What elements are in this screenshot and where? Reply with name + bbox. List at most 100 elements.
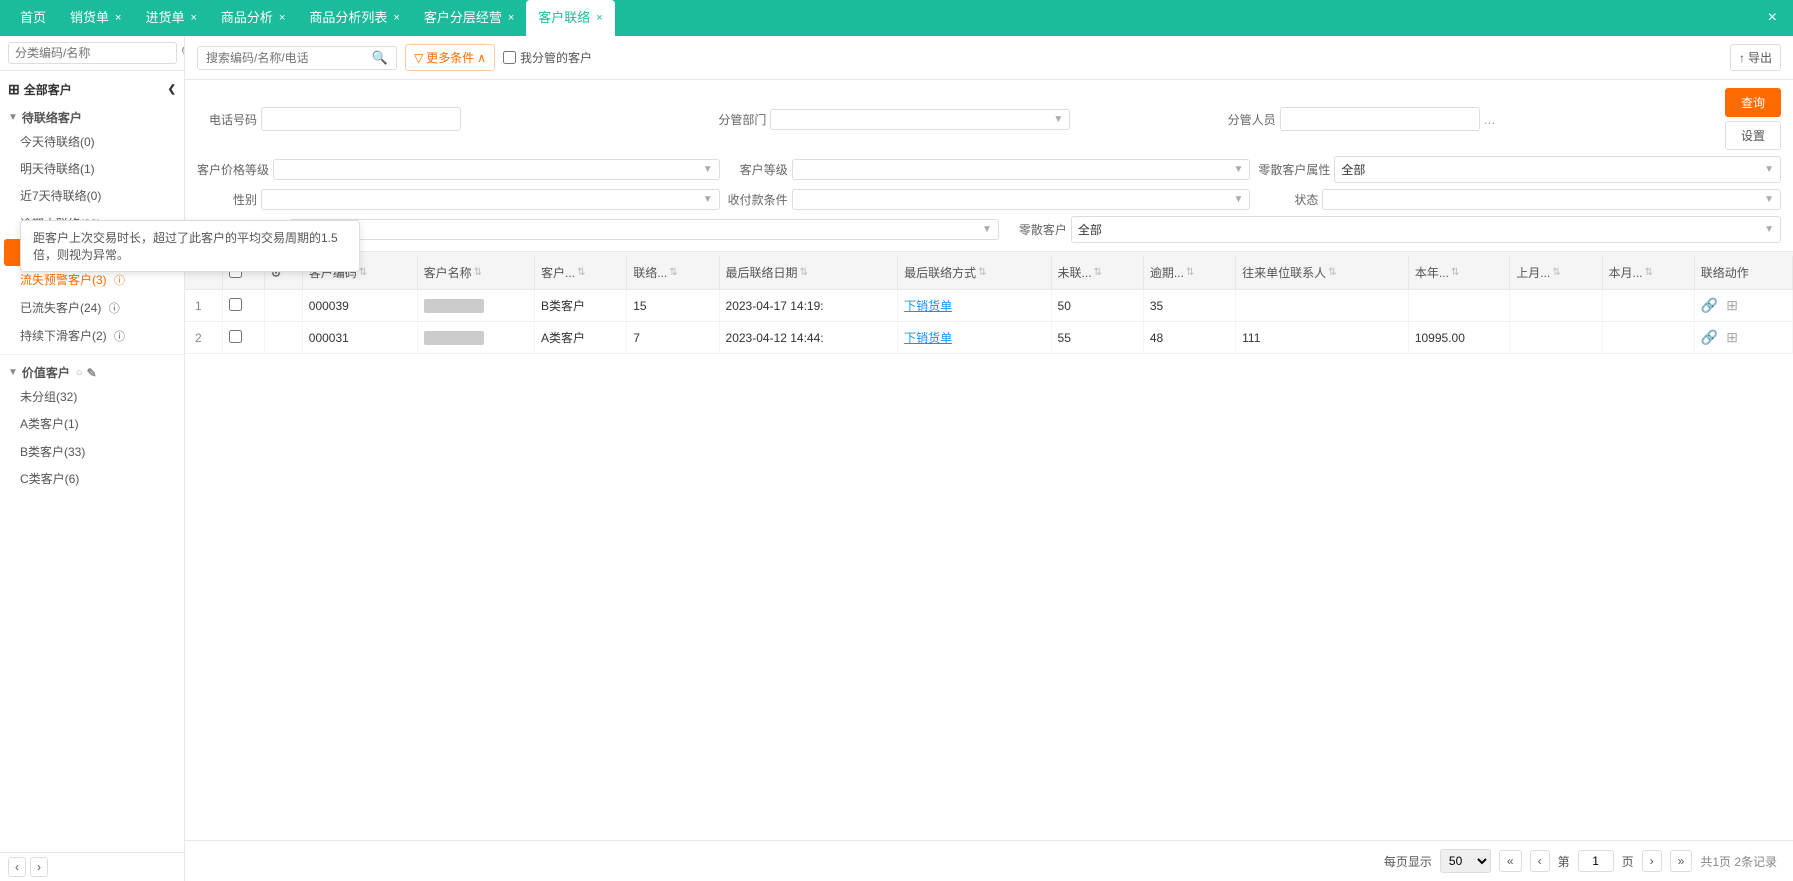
pagination: 每页显示 50 10 20 100 « ‹ 第 页 › » 共1页 2条记录 xyxy=(185,840,1793,881)
dept-dropdown-icon: ▼ xyxy=(1053,114,1063,125)
status-select[interactable]: ▼ xyxy=(1322,189,1781,210)
search-input[interactable] xyxy=(206,51,368,65)
row-checkbox-2[interactable] xyxy=(229,330,242,343)
search-box: 🔍 xyxy=(197,46,397,70)
more-filter-button[interactable]: ▽ 更多条件 ∧ xyxy=(405,44,495,71)
row-checkbox-1[interactable] xyxy=(229,298,242,311)
lost-info-icon[interactable]: ⓘ xyxy=(109,303,120,315)
collapse-arrow-icon: ❮ xyxy=(168,84,176,95)
sort-name-icon[interactable]: ⇅ xyxy=(474,267,482,278)
td-last-month xyxy=(1510,322,1602,354)
nav-customer-segmentation[interactable]: 客户分层经营 × xyxy=(412,0,526,36)
sort-overdue-icon[interactable]: ⇅ xyxy=(1186,267,1194,278)
per-page-select[interactable]: 50 10 20 100 xyxy=(1440,849,1491,873)
dept-select[interactable]: ▼ xyxy=(770,109,1070,130)
window-close-button[interactable]: × xyxy=(1760,9,1785,27)
declining-info-icon[interactable]: ⓘ xyxy=(114,331,125,343)
nav-product-analysis-list[interactable]: 商品分析列表 × xyxy=(297,0,411,36)
nav-home[interactable]: 首页 xyxy=(8,0,58,36)
close-sales-order-icon[interactable]: × xyxy=(115,0,121,36)
sort-uncontacted-icon[interactable]: ⇅ xyxy=(1094,267,1102,278)
sort-year-icon[interactable]: ⇅ xyxy=(1451,267,1459,278)
value-group-title[interactable]: ▼ 价值客户 ○ ✎ xyxy=(0,359,184,384)
settings-button[interactable]: 设置 xyxy=(1725,121,1781,150)
search-icon[interactable]: 🔍 xyxy=(372,50,388,66)
sidebar-next-icon[interactable]: › xyxy=(30,857,48,877)
nav-product-analysis[interactable]: 商品分析 × xyxy=(209,0,297,36)
sidebar-search-input[interactable] xyxy=(8,42,177,64)
page-number-input[interactable] xyxy=(1578,850,1614,872)
sidebar-item-tomorrow-pending[interactable]: 明天待联络(1) xyxy=(0,156,184,183)
grid-action-icon-2[interactable]: ⊞ xyxy=(1726,329,1738,346)
td-code: 000039 xyxy=(302,290,417,322)
export-button[interactable]: ↑ 导出 xyxy=(1730,44,1781,71)
lost-preview-info-icon[interactable]: ⓘ xyxy=(114,275,125,287)
sort-type-icon[interactable]: ⇅ xyxy=(577,267,585,278)
method-link-2[interactable]: 下销货单 xyxy=(904,331,952,345)
all-customers-header[interactable]: ⊞ 全部客户 ❮ xyxy=(0,75,184,104)
filter-customer-level: 客户等级 ▼ xyxy=(728,159,1251,180)
retail-attr-select[interactable]: 全部 ▼ xyxy=(1334,156,1781,183)
customer-type-select[interactable]: ▼ xyxy=(289,219,999,240)
sidebar-item-lost[interactable]: 已流失客户(24) ⓘ xyxy=(0,295,184,323)
close-product-analysis-icon[interactable]: × xyxy=(279,0,285,36)
link-action-icon-2[interactable]: 🔗 xyxy=(1701,329,1718,346)
person-more-icon[interactable]: ... xyxy=(1480,111,1500,127)
th-last-contact-method: 最后联络方式 ⇅ xyxy=(898,256,1051,290)
main-layout: 🔍 ⊞ 全部客户 ❮ ▼ 待联络客户 今天待联络(0) 明天待联络(1) 近7天… xyxy=(0,36,1793,881)
sidebar-prev-icon[interactable]: ‹ xyxy=(8,857,26,877)
td-actions: 🔗 ⊞ xyxy=(1694,322,1792,354)
filter-gender: 性别 ▼ xyxy=(197,189,720,210)
customer-level-select[interactable]: ▼ xyxy=(792,159,1251,180)
gender-dropdown-icon: ▼ xyxy=(703,194,713,205)
my-customers-checkbox[interactable] xyxy=(503,51,516,64)
nav-sales-order[interactable]: 销货单 × xyxy=(58,0,133,36)
first-page-button[interactable]: « xyxy=(1499,850,1522,872)
nav-purchase-order[interactable]: 进货单 × xyxy=(133,0,208,36)
value-edit-icon[interactable]: ✎ xyxy=(87,366,97,380)
close-customer-contact-icon[interactable]: × xyxy=(596,0,602,36)
retail-customer-select[interactable]: 全部 ▼ xyxy=(1071,216,1781,243)
price-level-select[interactable]: ▼ xyxy=(273,159,720,180)
sidebar-item-class-a[interactable]: A类客户(1) xyxy=(0,411,184,438)
sidebar-item-class-c[interactable]: C类客户(6) xyxy=(0,466,184,493)
close-product-analysis-list-icon[interactable]: × xyxy=(393,0,399,36)
sidebar-content: ⊞ 全部客户 ❮ ▼ 待联络客户 今天待联络(0) 明天待联络(1) 近7天待联… xyxy=(0,71,184,852)
sidebar-item-class-b[interactable]: B类客户(33) xyxy=(0,439,184,466)
filter-row-3: 性别 ▼ 收付款条件 ▼ 状态 xyxy=(197,189,1781,210)
method-link-1[interactable]: 下销货单 xyxy=(904,299,952,313)
sort-last-month-icon[interactable]: ⇅ xyxy=(1552,267,1560,278)
customer-name-blurred-2 xyxy=(424,331,484,345)
sort-this-month-icon[interactable]: ⇅ xyxy=(1645,267,1653,278)
close-purchase-order-icon[interactable]: × xyxy=(190,0,196,36)
person-input[interactable] xyxy=(1280,107,1480,131)
retail-customer-dropdown-icon: ▼ xyxy=(1764,224,1774,235)
sort-contact-icon[interactable]: ⇅ xyxy=(669,267,677,278)
query-button[interactable]: 查询 xyxy=(1725,88,1781,117)
payment-dropdown-icon: ▼ xyxy=(1233,194,1243,205)
phone-input[interactable] xyxy=(261,107,461,131)
next-page-button[interactable]: › xyxy=(1642,850,1662,872)
sidebar-item-7days-pending[interactable]: 近7天待联络(0) xyxy=(0,183,184,210)
sort-code-icon[interactable]: ⇅ xyxy=(359,267,367,278)
link-action-icon-1[interactable]: 🔗 xyxy=(1701,297,1718,314)
nav-customer-contact[interactable]: 客户联络 × xyxy=(526,0,614,36)
prev-page-button[interactable]: ‹ xyxy=(1530,850,1550,872)
gender-select[interactable]: ▼ xyxy=(261,189,720,210)
sort-date-icon[interactable]: ⇅ xyxy=(800,267,808,278)
sidebar-item-today-pending[interactable]: 今天待联络(0) xyxy=(0,129,184,156)
filter-person: 分管人员 ... xyxy=(1216,107,1717,131)
grid-action-icon-1[interactable]: ⊞ xyxy=(1726,297,1738,314)
sidebar-item-declining[interactable]: 持续下滑客户(2) ⓘ xyxy=(0,323,184,351)
th-uncontacted: 未联... ⇅ xyxy=(1051,256,1143,290)
last-page-button[interactable]: » xyxy=(1670,850,1693,872)
filter-row-1: 电话号码 分管部门 ▼ 分管人员 ... 查询 设置 xyxy=(197,88,1781,150)
td-this-month xyxy=(1602,290,1694,322)
payment-select[interactable]: ▼ xyxy=(792,189,1251,210)
sort-method-icon[interactable]: ⇅ xyxy=(978,267,986,278)
td-last-method: 下销货单 xyxy=(898,322,1051,354)
close-customer-segmentation-icon[interactable]: × xyxy=(508,0,514,36)
sidebar-item-unclassified[interactable]: 未分组(32) xyxy=(0,384,184,411)
sort-unit-icon[interactable]: ⇅ xyxy=(1328,267,1336,278)
pending-group-title[interactable]: ▼ 待联络客户 xyxy=(0,104,184,129)
